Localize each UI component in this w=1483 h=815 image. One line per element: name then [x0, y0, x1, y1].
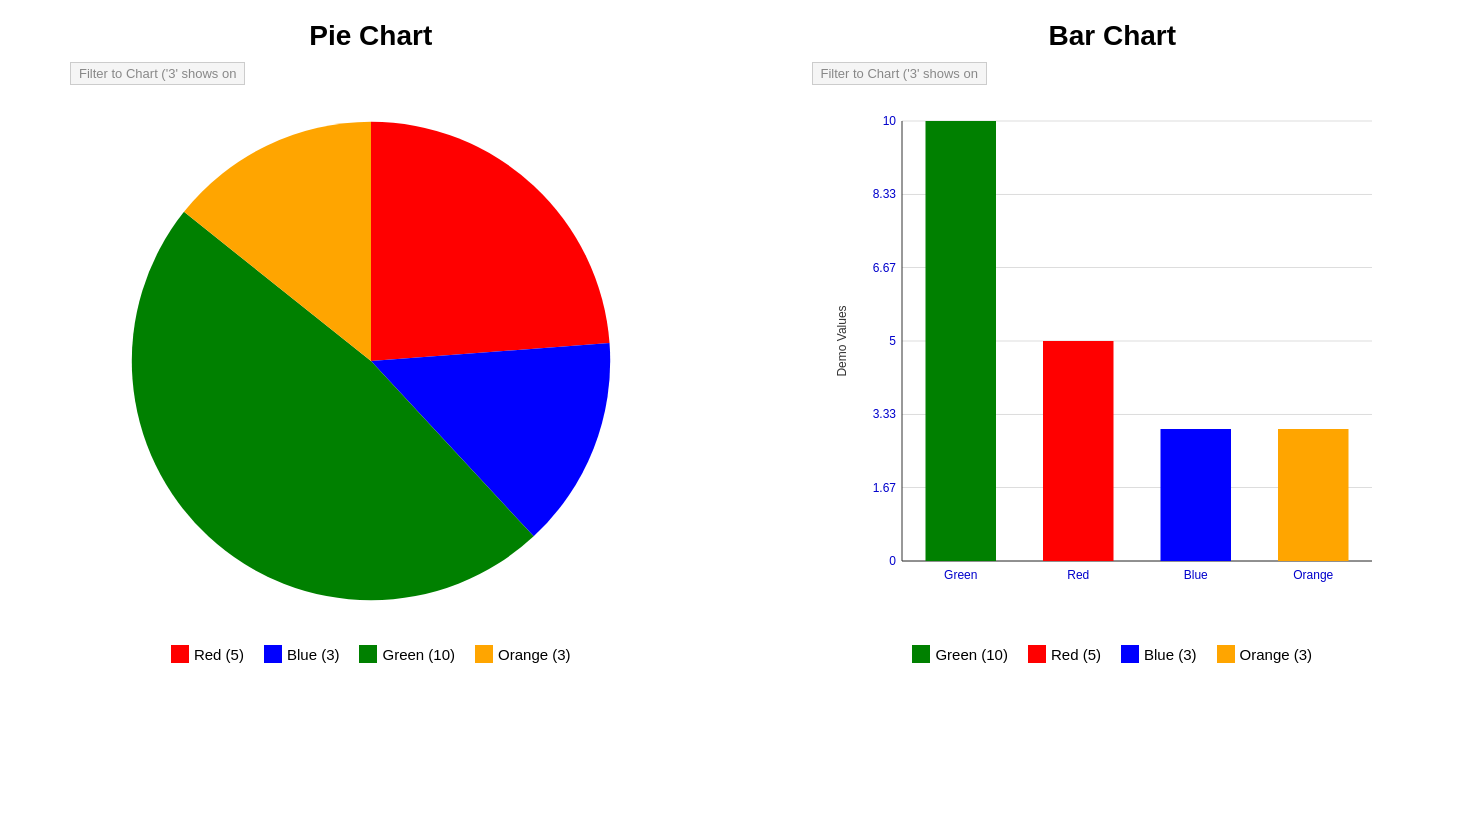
svg-text:6.67: 6.67 — [873, 261, 897, 275]
legend-label: Red (5) — [194, 646, 244, 663]
svg-text:10: 10 — [883, 114, 897, 128]
legend-swatch — [171, 645, 189, 663]
bar-blue[interactable] — [1161, 429, 1232, 561]
legend-swatch — [359, 645, 377, 663]
bar-legend-item: Blue (3) — [1121, 645, 1197, 663]
pie-legend: Red (5) Blue (3) Green (10) Orange (3) — [171, 645, 571, 663]
svg-text:5: 5 — [890, 334, 897, 348]
pie-chart-title: Pie Chart — [309, 20, 432, 52]
legend-label: Red (5) — [1051, 646, 1101, 663]
pie-legend-item: Blue (3) — [264, 645, 340, 663]
svg-text:Red: Red — [1067, 568, 1089, 582]
bar-legend-item: Red (5) — [1028, 645, 1101, 663]
bar-orange[interactable] — [1278, 429, 1349, 561]
bar-filter-label[interactable]: Filter to Chart ('3' shows on — [812, 62, 987, 85]
legend-swatch — [475, 645, 493, 663]
svg-text:Green: Green — [944, 568, 977, 582]
bar-chart-title: Bar Chart — [1048, 20, 1176, 52]
legend-label: Orange (3) — [1240, 646, 1313, 663]
legend-swatch — [1028, 645, 1046, 663]
pie-legend-item: Orange (3) — [475, 645, 571, 663]
legend-label: Blue (3) — [287, 646, 340, 663]
pie-chart-svg — [111, 101, 631, 621]
pie-filter-label[interactable]: Filter to Chart ('3' shows on — [70, 62, 245, 85]
svg-text:Orange: Orange — [1293, 568, 1333, 582]
svg-text:1.67: 1.67 — [873, 481, 897, 495]
bar-legend-item: Orange (3) — [1217, 645, 1313, 663]
legend-label: Blue (3) — [1144, 646, 1197, 663]
legend-swatch — [1217, 645, 1235, 663]
legend-swatch — [912, 645, 930, 663]
svg-text:8.33: 8.33 — [873, 187, 897, 201]
bar-legend: Green (10) Red (5) Blue (3) Orange (3) — [912, 645, 1312, 663]
bar-red[interactable] — [1043, 341, 1114, 561]
legend-label: Green (10) — [935, 646, 1008, 663]
pie-legend-item: Green (10) — [359, 645, 455, 663]
legend-label: Orange (3) — [498, 646, 571, 663]
svg-text:0: 0 — [890, 554, 897, 568]
pie-chart-container — [111, 101, 631, 621]
svg-text:Blue: Blue — [1184, 568, 1208, 582]
legend-swatch — [264, 645, 282, 663]
pie-legend-item: Red (5) — [171, 645, 244, 663]
bar-green[interactable] — [926, 121, 997, 561]
bar-chart-panel: Bar Chart Filter to Chart ('3' shows on … — [742, 0, 1484, 815]
pie-slice-red[interactable] — [371, 122, 610, 361]
bar-legend-item: Green (10) — [912, 645, 1008, 663]
legend-label: Green (10) — [382, 646, 455, 663]
bar-chart-area: 0 1.67 3.33 5 6.67 8.33 10 Demo Values Green Red B… — [832, 101, 1392, 621]
pie-chart-panel: Pie Chart Filter to Chart ('3' shows on … — [0, 0, 742, 815]
legend-swatch — [1121, 645, 1139, 663]
svg-text:3.33: 3.33 — [873, 407, 897, 421]
svg-text:Demo Values: Demo Values — [835, 305, 849, 376]
bar-chart-svg: 0 1.67 3.33 5 6.67 8.33 10 Demo Values Green Red B… — [832, 101, 1392, 621]
